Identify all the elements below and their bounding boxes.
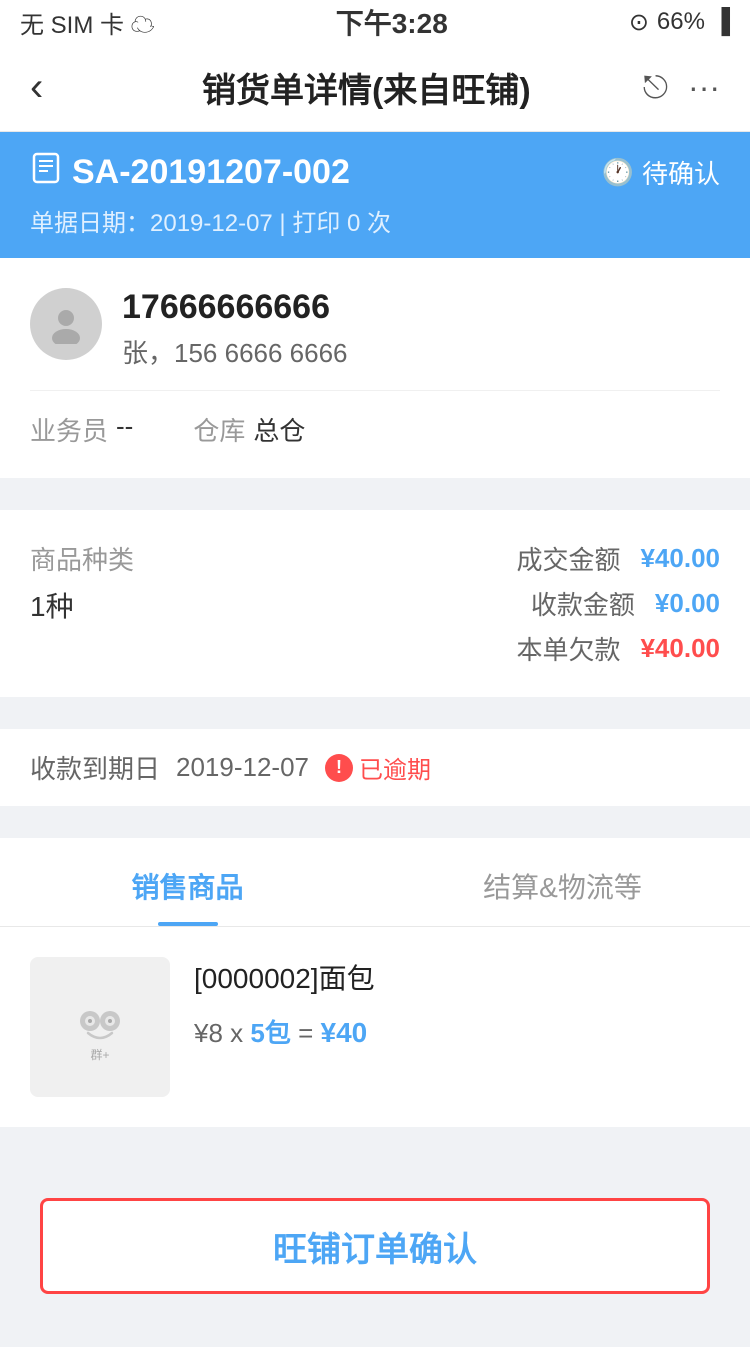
order-date: 单据日期：2019-12-07 | 打印 0 次 (30, 203, 720, 238)
customer-info: 17666666666 张，156 6666 6666 (122, 288, 720, 370)
warehouse-label: 仓库 (193, 411, 245, 448)
salesperson-label: 业务员 (30, 411, 108, 448)
amount-details: 成交金额 ¥40.00 收款金额 ¥0.00 本单欠款 ¥40.00 (516, 540, 720, 667)
page-title: 销货单详情(来自旺铺) (90, 63, 643, 112)
confirm-order-button[interactable]: 旺铺订单确认 (40, 1198, 710, 1294)
product-qty: 5包 (250, 1018, 290, 1048)
tab-settlement[interactable]: 结算&物流等 (375, 838, 750, 926)
status-time: 下午3:28 (336, 2, 448, 42)
order-id-text: SA-20191207-002 (72, 153, 350, 192)
product-price: ¥8 x 5包 = ¥40 (194, 1013, 720, 1050)
customer-name: 张，156 6666 6666 (122, 333, 720, 370)
owed-amount-value: ¥40.00 (640, 633, 720, 664)
svg-text:群+: 群+ (90, 1048, 109, 1062)
salesperson-value: -- (116, 411, 133, 448)
tab-settlement-label: 结算&物流等 (483, 872, 642, 903)
goods-type-label: 商品种类 (30, 540, 134, 577)
transaction-amount-label: 成交金额 (516, 540, 620, 577)
warehouse-item: 仓库 总仓 (193, 411, 305, 448)
back-button[interactable]: ‹ (30, 65, 90, 110)
transaction-amount-value: ¥40.00 (640, 543, 720, 574)
customer-phone: 17666666666 (122, 288, 720, 327)
received-amount-value: ¥0.00 (655, 588, 720, 619)
warehouse-value: 总仓 (253, 411, 305, 448)
status-bar: 无 SIM 卡 ☁ 下午3:28 ⊙ 66% ▐ (0, 0, 750, 44)
customer-section: 17666666666 张，156 6666 6666 (30, 288, 720, 391)
order-status: 🕐 待确认 (602, 154, 720, 191)
product-section: 群+ [0000002]面包 ¥8 x 5包 = ¥40 (0, 927, 750, 1127)
overdue-badge: ! 已逾期 (325, 750, 431, 785)
overdue-icon: ! (325, 754, 353, 782)
salesperson-item: 业务员 -- (30, 411, 133, 448)
nav-actions: ⎋ ··· (643, 69, 720, 107)
customer-card: 17666666666 张，156 6666 6666 业务员 -- 仓库 总仓 (0, 258, 750, 478)
due-date-label: 收款到期日 (30, 749, 160, 786)
amount-section: 商品种类 1种 成交金额 ¥40.00 收款金额 ¥0.00 本单欠款 ¥40.… (30, 540, 720, 667)
product-name: [0000002]面包 (194, 957, 720, 997)
battery-bar: ▐ (713, 8, 730, 36)
avatar (30, 288, 102, 360)
product-thumbnail: 群+ (30, 957, 170, 1097)
order-banner-top: SA-20191207-002 🕐 待确认 (30, 152, 720, 193)
due-date-value: 2019-12-07 (176, 752, 309, 783)
transaction-amount-row: 成交金额 ¥40.00 (516, 540, 720, 577)
overdue-text: 已逾期 (359, 750, 431, 785)
order-status-text: 待确认 (642, 154, 720, 191)
received-amount-label: 收款金额 (531, 585, 635, 622)
goods-type-value: 1种 (30, 585, 134, 625)
battery-level: 66% (657, 8, 705, 36)
owed-amount-row: 本单欠款 ¥40.00 (516, 630, 720, 667)
tabs-section: 销售商品 结算&物流等 (0, 838, 750, 927)
divider-2 (0, 713, 750, 729)
share-icon[interactable]: ⎋ (643, 69, 668, 107)
tab-sales-goods[interactable]: 销售商品 (0, 838, 375, 926)
divider-1 (0, 494, 750, 510)
customer-meta: 业务员 -- 仓库 总仓 (30, 411, 720, 448)
order-id: SA-20191207-002 (30, 152, 350, 193)
bottom-action: 旺铺订单确认 (0, 1178, 750, 1334)
order-icon (30, 152, 62, 193)
product-unit-price: ¥8 x (194, 1018, 243, 1048)
tab-sales-goods-label: 销售商品 (131, 872, 243, 903)
product-total: ¥40 (321, 1017, 368, 1048)
status-right: ⊙ 66% ▐ (629, 8, 730, 37)
clock-icon: 🕐 (602, 157, 634, 188)
sim-status: 无 SIM 卡 ☁ (20, 5, 155, 40)
goods-type: 商品种类 1种 (30, 540, 134, 625)
summary-card: 商品种类 1种 成交金额 ¥40.00 收款金额 ¥0.00 本单欠款 ¥40.… (0, 510, 750, 697)
more-icon[interactable]: ··· (688, 69, 720, 106)
product-info: [0000002]面包 ¥8 x 5包 = ¥40 (194, 957, 720, 1050)
received-amount-row: 收款金额 ¥0.00 (531, 585, 720, 622)
product-equals: = (298, 1018, 313, 1048)
nav-bar: ‹ 销货单详情(来自旺铺) ⎋ ··· (0, 44, 750, 132)
order-banner: SA-20191207-002 🕐 待确认 单据日期：2019-12-07 | … (0, 132, 750, 258)
status-left: 无 SIM 卡 ☁ (20, 5, 155, 40)
owed-amount-label: 本单欠款 (516, 630, 620, 667)
battery-icon: ⊙ (629, 8, 649, 37)
due-date-section: 收款到期日 2019-12-07 ! 已逾期 (0, 729, 750, 806)
divider-3 (0, 822, 750, 838)
